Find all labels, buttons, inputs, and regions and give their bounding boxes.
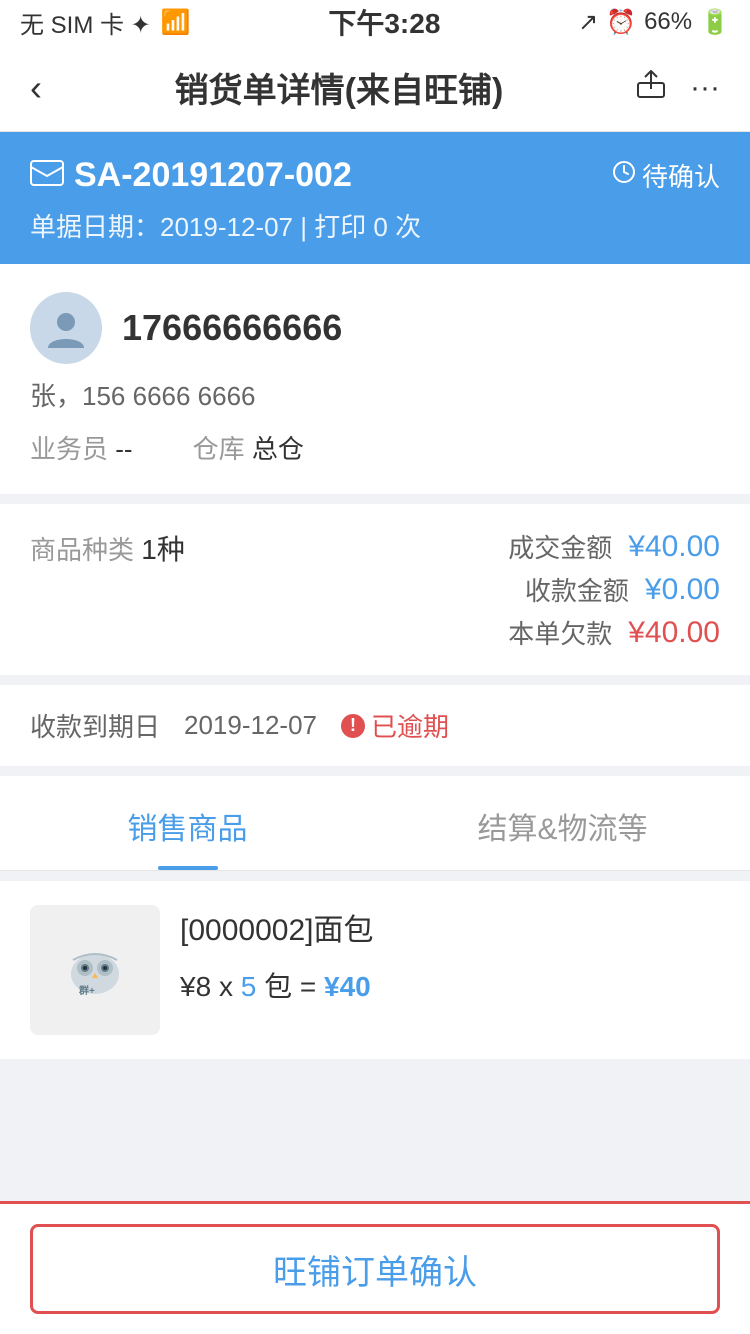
product-details: [0000002]面包 ¥8 x 5 包 = ¥40 [180,905,720,1035]
debt-amount-row: 本单欠款 ¥40.00 [508,614,720,651]
overdue-icon: ! [341,714,365,738]
status-bar: 无 SIM 卡 ✦ 📶 下午3:28 ↗ ⏰ 66% 🔋 [0,0,750,44]
wifi-icon: 📶 [161,8,191,37]
sales-info: 业务员 -- [30,429,133,466]
page-title: 销货单详情(来自旺铺) [175,63,504,112]
deal-amount-label: 成交金额 [508,528,612,565]
customer-name-phone: 张，156 6666 6666 [30,376,720,413]
due-date-label: 收款到期日 [30,707,160,744]
status-bar-left: 无 SIM 卡 ✦ 📶 [20,5,191,40]
tab-sales[interactable]: 销售商品 [0,776,375,870]
clock-icon [612,160,636,191]
more-icon[interactable]: ··· [690,71,720,105]
warehouse-info: 仓库 总仓 [193,429,304,466]
received-amount-value: ¥0.00 [645,573,720,607]
quantity: 5 [241,971,257,1002]
amount-info: 成交金额 ¥40.00 收款金额 ¥0.00 本单欠款 ¥40.00 [508,528,720,651]
received-amount-label: 收款金额 [525,571,629,608]
avatar [30,292,102,364]
alarm-icon: ⏰ [606,8,636,37]
tab-bar: 销售商品 结算&物流等 [0,776,750,871]
product-type-value: 1种 [141,534,185,565]
product-price-formula: ¥8 x 5 包 = ¥40 [180,965,720,1005]
due-date-section: 收款到期日 2019-12-07 ! 已逾期 [0,685,750,766]
svg-text:群+: 群+ [79,984,95,997]
customer-phone: 17666666666 [122,307,342,349]
no-sim-label: 无 SIM 卡 ✦ [20,5,151,40]
customer-meta: 业务员 -- 仓库 总仓 [30,429,720,466]
debt-amount-value: ¥40.00 [628,616,720,650]
order-id: SA-20191207-002 [30,156,352,195]
order-status-badge: 待确认 [612,157,720,194]
nav-bar: ‹ 销货单详情(来自旺铺) ··· [0,44,750,132]
warehouse-value: 总仓 [252,434,304,464]
customer-top: 17666666666 [30,292,720,364]
battery-label: 66% [644,8,692,36]
share-icon[interactable] [636,69,666,107]
unit-price: ¥8 [180,971,211,1002]
product-item: 群+ [0000002]面包 ¥8 x 5 包 = ¥40 [0,881,750,1059]
warehouse-label: 仓库 [193,434,245,464]
debt-amount-label: 本单欠款 [508,614,612,651]
status-bar-right: ↗ ⏰ 66% 🔋 [578,8,730,37]
order-icon [30,156,64,195]
due-date-value: 2019-12-07 [184,710,317,741]
order-status-text: 待确认 [642,157,720,194]
total-price: ¥40 [324,971,371,1002]
sales-value: -- [115,434,132,464]
tab-settlement[interactable]: 结算&物流等 [375,776,750,870]
back-button[interactable]: ‹ [30,67,42,109]
order-header-top: SA-20191207-002 待确认 [30,156,720,195]
deal-amount-value: ¥40.00 [628,530,720,564]
status-bar-time: 下午3:28 [328,2,440,42]
bottom-action-bar: 旺铺订单确认 [0,1201,750,1334]
overdue-badge: ! 已逾期 [341,707,449,744]
product-thumbnail: 群+ [30,905,160,1035]
nav-right-actions: ··· [636,69,720,107]
summary-section: 商品种类 1种 成交金额 ¥40.00 收款金额 ¥0.00 本单欠款 ¥40.… [0,504,750,675]
order-header-card: SA-20191207-002 待确认 单据日期：2019-12-07 | 打印… [0,132,750,264]
battery-icon: 🔋 [700,8,730,37]
sales-label: 业务员 [30,434,108,464]
product-type-label: 商品种类 [30,535,134,565]
received-amount-row: 收款金额 ¥0.00 [525,571,720,608]
product-sku-name: [0000002]面包 [180,905,720,949]
unit-label: 包 [264,971,292,1002]
deal-amount-row: 成交金额 ¥40.00 [508,528,720,565]
customer-section: 17666666666 张，156 6666 6666 业务员 -- 仓库 总仓 [0,264,750,494]
overdue-text: 已逾期 [371,707,449,744]
location-icon: ↗ [578,8,598,37]
product-type-info: 商品种类 1种 [30,528,185,568]
order-date-info: 单据日期：2019-12-07 | 打印 0 次 [30,207,720,244]
confirm-order-button[interactable]: 旺铺订单确认 [30,1224,720,1314]
